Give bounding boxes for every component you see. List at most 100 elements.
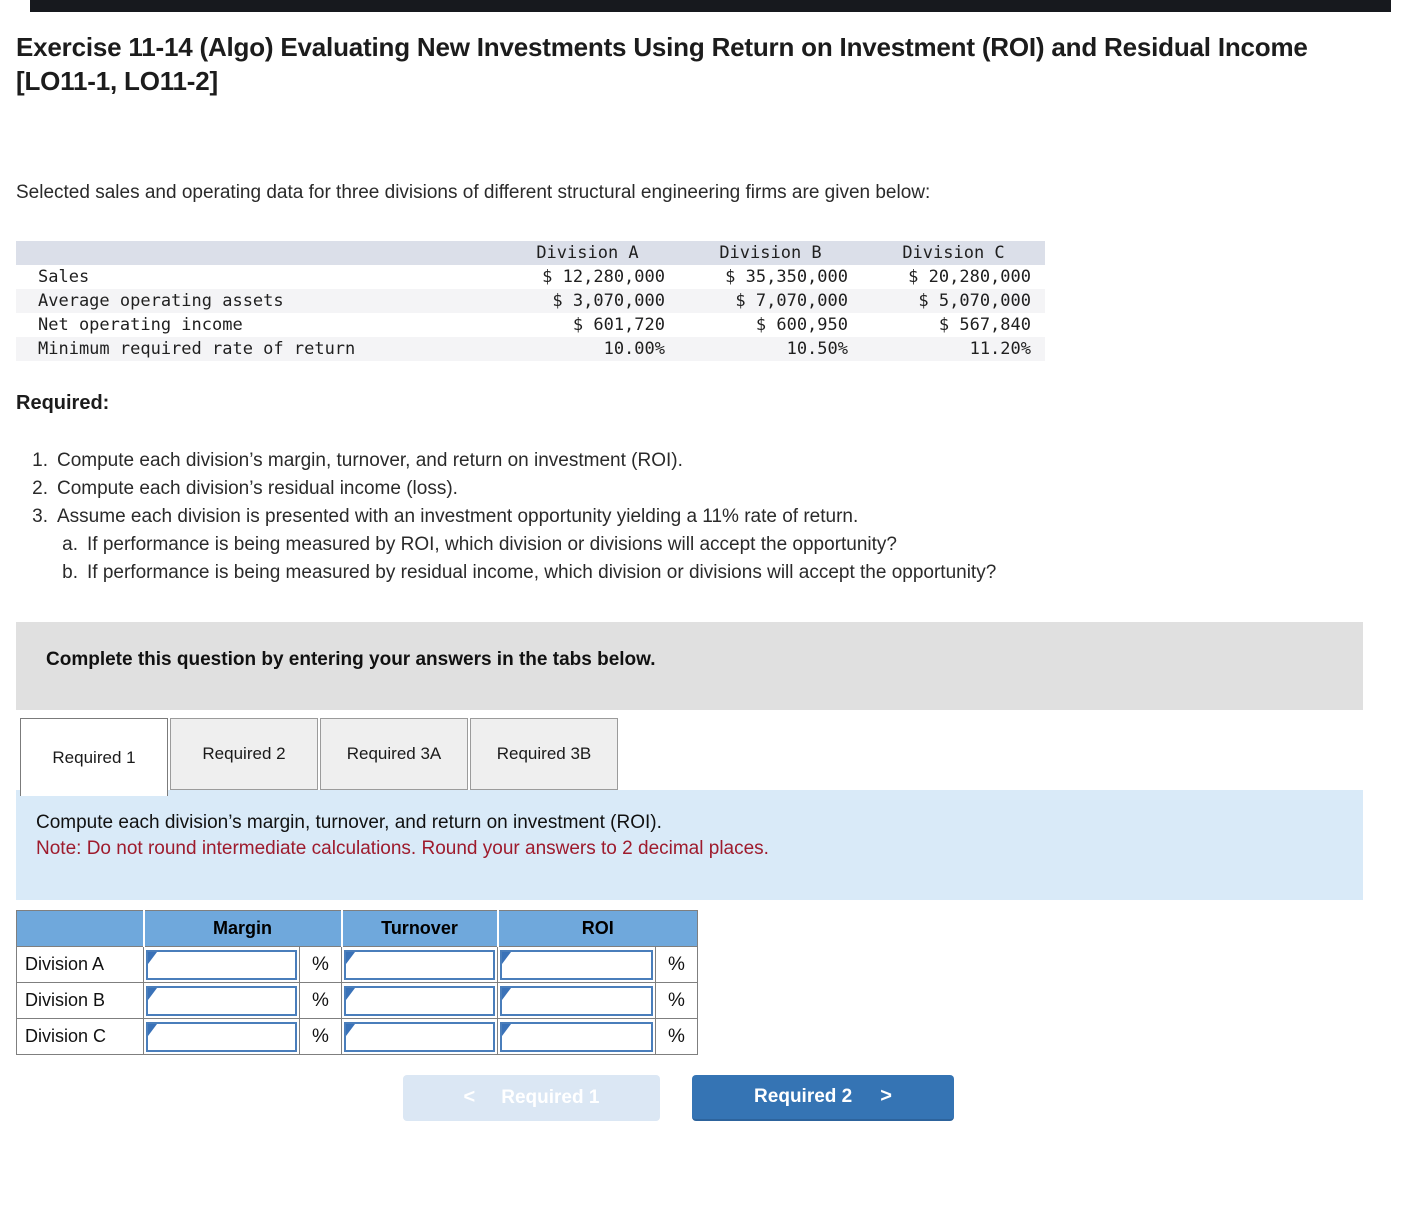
item-number: 2. <box>32 478 48 499</box>
margin-input-division-a[interactable] <box>148 951 295 978</box>
item-number: 1. <box>32 450 48 471</box>
turnover-input-division-b[interactable] <box>346 987 493 1014</box>
table-row: Minimum required rate of return 10.00% 1… <box>16 337 1045 361</box>
pagination-nav: < Required 1 Required 2 > <box>0 1075 1411 1121</box>
page-title: Exercise 11-14 (Algo) Evaluating New Inv… <box>16 32 1308 97</box>
cell-value: $ 12,280,000 <box>542 267 665 287</box>
roi-cell-b <box>497 982 656 1019</box>
answer-row-label: Division A <box>16 946 144 983</box>
answer-row-label: Division C <box>16 1018 144 1055</box>
panel-instruction: Compute each division’s margin, turnover… <box>36 812 662 833</box>
roi-input-division-b[interactable] <box>502 987 651 1014</box>
roi-cell-c <box>497 1018 656 1055</box>
item-text: Compute each division’s margin, turnover… <box>57 450 683 471</box>
empty-header-cell <box>16 241 496 265</box>
table-header-row: Division A Division B Division C <box>16 241 1045 265</box>
complete-question-banner: Complete this question by entering your … <box>16 622 1363 710</box>
item-number: a. <box>62 534 78 555</box>
answer-table: Margin Turnover ROI Division A % % Divis… <box>16 910 698 1055</box>
percent-label: % <box>299 946 342 983</box>
answer-row-division-c: Division C % % <box>16 1018 698 1055</box>
answer-corner-cell <box>16 910 144 947</box>
cell-value: $ 3,070,000 <box>496 289 679 313</box>
turnover-cell-a <box>341 946 498 983</box>
margin-input-division-b[interactable] <box>148 987 295 1014</box>
row-label: Average operating assets <box>16 289 496 313</box>
margin-column-header: Margin <box>142 910 342 947</box>
tab-bar: Required 1 Required 2 Required 3A Requir… <box>20 718 620 796</box>
margin-cell-a <box>143 946 300 983</box>
tab-required-1[interactable]: Required 1 <box>20 718 168 796</box>
required-item-3a: a. If performance is being measured by R… <box>46 531 996 559</box>
roi-input-division-a[interactable] <box>502 951 651 978</box>
division-a-header: Division A <box>496 241 679 265</box>
roi-column-header: ROI <box>496 910 698 947</box>
margin-input-division-c[interactable] <box>148 1023 295 1050</box>
required-item-3: 3. Assume each division is presented wit… <box>16 503 996 531</box>
tab-required-3b[interactable]: Required 3B <box>470 718 618 790</box>
required-item-3b: b. If performance is being measured by r… <box>46 559 996 587</box>
cell-value: $ 600,950 <box>755 315 848 335</box>
tab-content-panel: Compute each division’s margin, turnover… <box>16 790 1363 900</box>
next-button-label: Required 2 <box>754 1086 853 1107</box>
row-label: Sales <box>38 267 90 287</box>
required-item-2: 2. Compute each division’s residual inco… <box>16 475 996 503</box>
cell-value: $ 20,280,000 <box>908 267 1031 287</box>
margin-cell-c <box>143 1018 300 1055</box>
percent-label: % <box>655 946 698 983</box>
answer-row-division-a: Division A % % <box>16 946 698 983</box>
answer-header-row: Margin Turnover ROI <box>16 910 698 947</box>
table-row: Sales $ 12,280,000 $ 35,350,000 $ 20,280… <box>16 265 1045 289</box>
item-number: b. <box>62 562 78 583</box>
item-text: Assume each division is presented with a… <box>57 506 859 527</box>
banner-text: Complete this question by entering your … <box>46 649 656 670</box>
tab-required-3a[interactable]: Required 3A <box>320 718 468 790</box>
cell-value: 10.00% <box>496 337 679 361</box>
margin-cell-b <box>143 982 300 1019</box>
percent-label: % <box>655 982 698 1019</box>
top-window-edge-bar <box>30 0 1391 12</box>
roi-input-division-c[interactable] <box>502 1023 651 1050</box>
table-row: Net operating income $ 601,720 $ 600,950… <box>16 313 1045 337</box>
next-required-button[interactable]: Required 2 > <box>692 1075 954 1121</box>
roi-cell-a <box>497 946 656 983</box>
item-text: If performance is being measured by resi… <box>87 562 997 583</box>
item-number: 3. <box>32 506 48 527</box>
percent-label: % <box>299 1018 342 1055</box>
chevron-left-icon: < <box>463 1085 476 1108</box>
percent-label: % <box>299 982 342 1019</box>
cell-value: $ 567,840 <box>938 315 1031 335</box>
required-heading: Required: <box>16 392 110 414</box>
turnover-cell-b <box>341 982 498 1019</box>
cell-value: $ 5,070,000 <box>862 289 1045 313</box>
cell-value: $ 7,070,000 <box>679 289 862 313</box>
division-data-table: Division A Division B Division C Sales $… <box>16 241 1045 361</box>
cell-value: 11.20% <box>862 337 1045 361</box>
chevron-right-icon: > <box>880 1084 892 1107</box>
tab-required-2[interactable]: Required 2 <box>170 718 318 790</box>
turnover-input-division-c[interactable] <box>346 1023 493 1050</box>
division-b-header: Division B <box>679 241 862 265</box>
required-item-1: 1. Compute each division’s margin, turno… <box>16 447 996 475</box>
division-c-header: Division C <box>862 241 1045 265</box>
row-label: Minimum required rate of return <box>16 337 496 361</box>
answer-row-label: Division B <box>16 982 144 1019</box>
item-text: If performance is being measured by ROI,… <box>87 534 897 555</box>
cell-value: $ 35,350,000 <box>725 267 848 287</box>
percent-label: % <box>655 1018 698 1055</box>
turnover-input-division-a[interactable] <box>346 951 493 978</box>
panel-note: Note: Do not round intermediate calculat… <box>36 838 769 859</box>
prev-button-label: Required 1 <box>501 1087 600 1108</box>
required-list: 1. Compute each division’s margin, turno… <box>16 447 996 587</box>
answer-row-division-b: Division B % % <box>16 982 698 1019</box>
turnover-cell-c <box>341 1018 498 1055</box>
table-row: Average operating assets $ 3,070,000 $ 7… <box>16 289 1045 313</box>
prev-required-button[interactable]: < Required 1 <box>403 1075 660 1121</box>
turnover-column-header: Turnover <box>340 910 498 947</box>
row-label: Net operating income <box>38 315 243 335</box>
intro-text: Selected sales and operating data for th… <box>16 182 931 203</box>
cell-value: $ 601,720 <box>572 315 665 335</box>
item-text: Compute each division’s residual income … <box>57 478 458 499</box>
exercise-page: Exercise 11-14 (Algo) Evaluating New Inv… <box>0 0 1411 1221</box>
cell-value: 10.50% <box>679 337 862 361</box>
